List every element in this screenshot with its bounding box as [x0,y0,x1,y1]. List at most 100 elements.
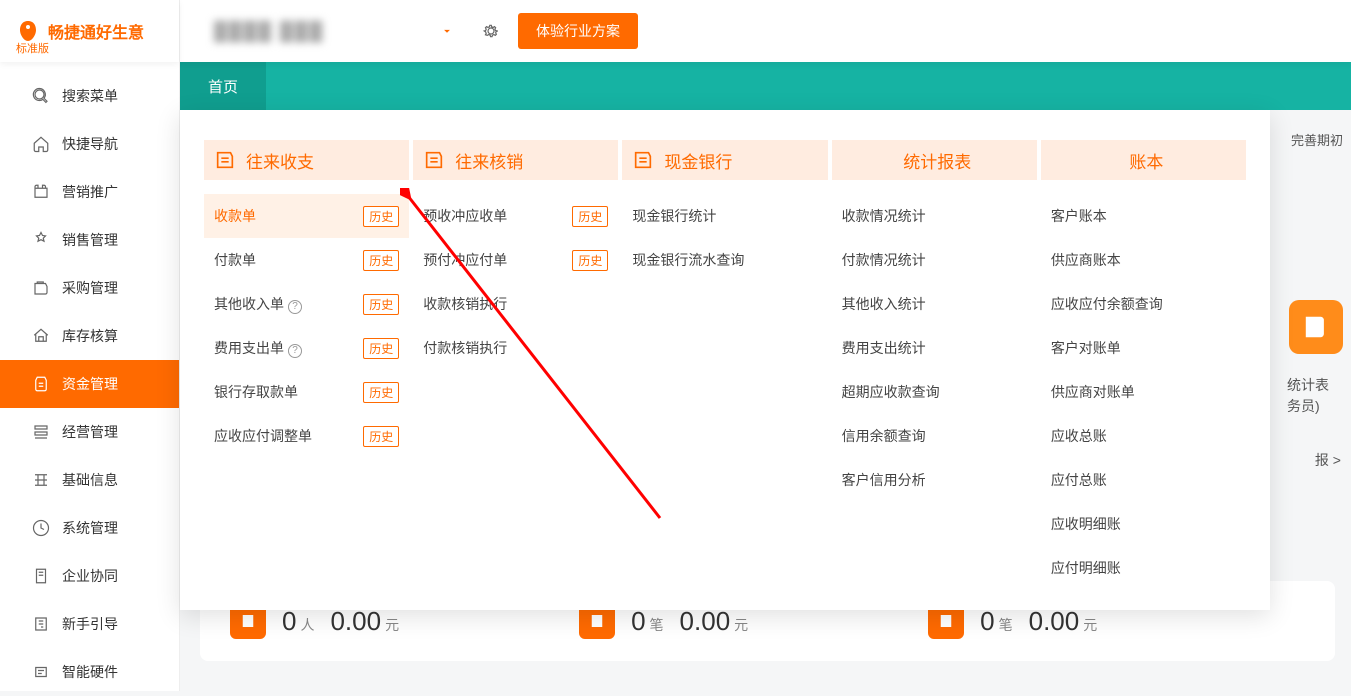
mega-item-label: 供应商对账单 [1051,382,1135,402]
mega-item-label: 费用支出单? [214,338,302,358]
mega-col-2: 现金银行现金银行统计现金银行流水查询 [622,140,827,590]
mega-item-1-0[interactable]: 预收冲应收单 历史 [413,194,618,238]
mega-item-3-6[interactable]: 客户信用分析 [832,458,1037,502]
nav-icon-7 [32,423,50,441]
mega-item-0-0[interactable]: 收款单 历史 [204,194,409,238]
mega-item-label: 预收冲应收单 [423,206,507,226]
stat-amount: 0.00元 [1029,606,1098,637]
sidebar-item-label: 采购管理 [62,278,118,298]
mega-item-0-3[interactable]: 费用支出单? 历史 [204,326,409,370]
mega-item-label: 现金银行流水查询 [632,250,744,270]
mega-head-2: 现金银行 [622,140,827,180]
gear-icon[interactable] [482,22,500,40]
mega-item-4-5[interactable]: 应收总账 [1041,414,1246,458]
mega-item-label: 其他收入统计 [842,294,926,314]
mega-item-4-1[interactable]: 供应商账本 [1041,238,1246,282]
mega-item-0-4[interactable]: 银行存取款单 历史 [204,370,409,414]
mega-item-3-4[interactable]: 超期应收款查询 [832,370,1037,414]
sidebar-item-label: 经营管理 [62,422,118,442]
mega-item-label: 付款单 [214,250,256,270]
mega-item-3-2[interactable]: 其他收入统计 [832,282,1037,326]
tab-home[interactable]: 首页 [180,62,266,110]
mega-head-label: 往来核销 [455,148,523,173]
mega-item-3-5[interactable]: 信用余额查询 [832,414,1037,458]
sidebar-item-4[interactable]: 采购管理 [0,264,179,312]
history-tag[interactable]: 历史 [363,294,399,315]
mega-item-2-0[interactable]: 现金银行统计 [622,194,827,238]
help-icon[interactable]: ? [288,300,302,314]
sidebar-item-0[interactable]: 搜索菜单 [0,72,179,120]
mega-item-label: 客户信用分析 [842,470,926,490]
mega-col-0: 往来收支收款单历史付款单历史其他收入单?历史费用支出单?历史银行存取款单历史应收… [204,140,409,590]
nav-icon-11 [32,615,50,633]
stat-count: 0笔 [980,606,1012,637]
help-icon[interactable]: ? [288,344,302,358]
mega-item-label: 应付明细账 [1051,558,1121,578]
category-icon [214,149,236,171]
mega-item-1-2[interactable]: 收款核销执行 [413,282,618,326]
mega-item-0-1[interactable]: 付款单 历史 [204,238,409,282]
mega-item-4-0[interactable]: 客户账本 [1041,194,1246,238]
mega-head-3: 统计报表 [832,140,1037,180]
mega-menu: 往来收支收款单历史付款单历史其他收入单?历史费用支出单?历史银行存取款单历史应收… [180,110,1270,610]
category-icon [632,149,654,171]
mega-item-1-3[interactable]: 付款核销执行 [413,326,618,370]
mega-item-3-3[interactable]: 费用支出统计 [832,326,1037,370]
mega-item-label: 供应商账本 [1051,250,1121,270]
mega-item-label: 客户账本 [1051,206,1107,226]
sidebar-item-1[interactable]: 快捷导航 [0,120,179,168]
mega-item-4-3[interactable]: 客户对账单 [1041,326,1246,370]
right-hint-1: 完善期初 [1261,130,1351,189]
mega-item-4-4[interactable]: 供应商对账单 [1041,370,1246,414]
mega-item-3-0[interactable]: 收款情况统计 [832,194,1037,238]
mega-item-label: 收款单 [214,206,256,226]
sidebar-item-label: 新手引导 [62,614,118,634]
sidebar-item-5[interactable]: 库存核算 [0,312,179,360]
mega-item-1-1[interactable]: 预付冲应付单历史 [413,238,618,282]
mega-item-label: 银行存取款单 [214,382,298,402]
sidebar-item-9[interactable]: 系统管理 [0,504,179,552]
sidebar-item-11[interactable]: 新手引导 [0,600,179,648]
history-tag[interactable]: 历史 [363,338,399,359]
history-tag[interactable]: 历史 [363,382,399,403]
mega-item-4-8[interactable]: 应付明细账 [1041,546,1246,590]
sidebar-item-6[interactable]: 资金管理 [0,360,179,408]
sidebar-nav: 搜索菜单快捷导航营销推广销售管理采购管理库存核算资金管理经营管理基础信息系统管理… [0,62,179,696]
sidebar-item-12[interactable]: 智能硬件 [0,648,179,696]
history-tag[interactable]: 历史 [363,206,399,227]
sidebar-item-label: 系统管理 [62,518,118,538]
sidebar-item-10[interactable]: 企业协同 [0,552,179,600]
sidebar: 畅捷通好生意 标准版 搜索菜单快捷导航营销推广销售管理采购管理库存核算资金管理经… [0,0,180,691]
mega-item-4-2[interactable]: 应收应付余额查询 [1041,282,1246,326]
history-tag[interactable]: 历史 [363,250,399,271]
mega-item-4-6[interactable]: 应付总账 [1041,458,1246,502]
mega-item-label: 其他收入单? [214,294,302,314]
history-tag[interactable]: 历史 [363,426,399,447]
sidebar-item-2[interactable]: 营销推广 [0,168,179,216]
right-hint-3[interactable]: 报 > [1315,450,1351,470]
nav-icon-12 [32,663,50,681]
sidebar-item-7[interactable]: 经营管理 [0,408,179,456]
mega-item-3-1[interactable]: 付款情况统计 [832,238,1037,282]
mega-item-4-7[interactable]: 应收明细账 [1041,502,1246,546]
sidebar-item-3[interactable]: 销售管理 [0,216,179,264]
mega-item-label: 付款核销执行 [423,338,507,358]
mega-item-0-2[interactable]: 其他收入单? 历史 [204,282,409,326]
mega-head-4: 账本 [1041,140,1246,180]
account-switcher[interactable]: ████ ███ [204,13,464,49]
stat-badge-icon[interactable] [1289,300,1343,354]
mega-item-label: 应收明细账 [1051,514,1121,534]
history-tag[interactable]: 历史 [572,250,608,271]
mega-item-2-1[interactable]: 现金银行流水查询 [622,238,827,282]
right-hint-2: 统计表 务员) [1281,375,1351,417]
sidebar-item-label: 库存核算 [62,326,118,346]
mega-item-label: 费用支出统计 [842,338,926,358]
nav-icon-0 [32,87,50,105]
mega-item-0-5[interactable]: 应收应付调整单历史 [204,414,409,458]
sidebar-item-label: 快捷导航 [62,134,118,154]
sidebar-item-8[interactable]: 基础信息 [0,456,179,504]
mega-item-label: 现金银行统计 [632,206,716,226]
trial-button[interactable]: 体验行业方案 [518,13,638,49]
nav-icon-8 [32,471,50,489]
history-tag[interactable]: 历史 [572,206,608,227]
